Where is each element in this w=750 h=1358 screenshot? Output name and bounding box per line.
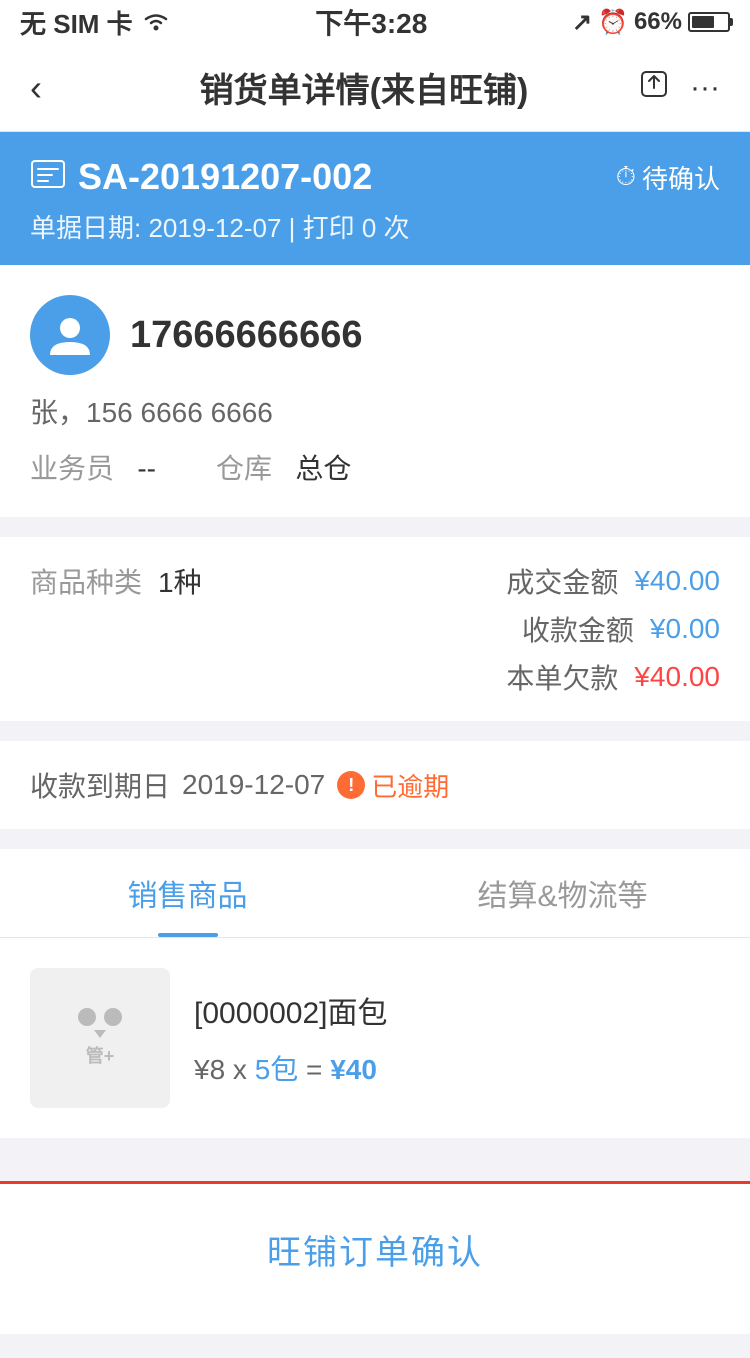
order-status: ⏱ 待确认	[616, 159, 720, 196]
status-clock-icon: ⏱	[616, 161, 636, 193]
customer-row: 17666666666	[30, 295, 720, 375]
tab-underline	[158, 933, 218, 937]
status-bar: 无 SIM 卡 下午3:28 ↗ ⏰ 66%	[0, 0, 750, 44]
equals-text: =	[298, 1054, 330, 1085]
warehouse-label: 仓库	[216, 453, 272, 484]
customer-phone: 17666666666	[130, 314, 362, 357]
product-qty: 5包	[255, 1054, 299, 1085]
summary-section: 商品种类 1种 成交金额 ¥40.00 收款金额 ¥0.00 本单欠款 ¥40.…	[0, 537, 750, 721]
order-id: SA-20191207-002	[30, 156, 372, 198]
payment-row: 收款金额 ¥0.00	[522, 609, 720, 649]
page-title: 销货单详情(来自旺铺)	[200, 63, 529, 112]
customer-avatar	[30, 295, 110, 375]
debt-label: 本单欠款	[506, 657, 618, 697]
share-icon[interactable]	[638, 68, 670, 108]
sales-meta: 业务员 --	[30, 447, 156, 487]
owl-eye-left	[78, 1008, 96, 1026]
sales-label: 业务员	[30, 453, 114, 484]
owl-brand-text: 管+	[86, 1042, 115, 1068]
tabs-section: 销售商品 结算&物流等	[0, 849, 750, 938]
overdue-badge: ! 已逾期	[337, 767, 449, 804]
payment-label: 收款金额	[522, 609, 634, 649]
owl-eye-right	[104, 1008, 122, 1026]
product-type-row: 商品种类 1种	[30, 561, 202, 601]
due-section: 收款到期日 2019-12-07 ! 已逾期	[0, 741, 750, 829]
amount-label: 成交金额	[506, 561, 618, 601]
bottom-bar: 旺铺订单确认	[0, 1181, 750, 1334]
order-icon	[30, 156, 66, 198]
price-text: ¥8 x	[194, 1054, 255, 1085]
product-item: 管+ [0000002]面包 ¥8 x 5包 = ¥40	[0, 938, 750, 1138]
back-button[interactable]: ‹	[30, 67, 90, 109]
debt-value: ¥40.00	[634, 661, 720, 693]
product-name: [0000002]面包	[194, 988, 720, 1032]
status-time: 下午3:28	[315, 2, 427, 42]
payment-value: ¥0.00	[650, 613, 720, 645]
product-price: ¥8 x 5包 = ¥40	[194, 1048, 720, 1088]
sales-value: --	[137, 453, 156, 484]
product-type-value: 1种	[158, 561, 202, 601]
summary-grid: 商品种类 1种 成交金额 ¥40.00 收款金额 ¥0.00 本单欠款 ¥40.…	[30, 561, 720, 697]
confirm-order-button[interactable]: 旺铺订单确认	[30, 1204, 720, 1294]
summary-left: 商品种类 1种	[30, 561, 202, 601]
location-icon: ↗	[572, 8, 592, 37]
amount-row: 成交金额 ¥40.00	[506, 561, 720, 601]
battery-icon	[688, 12, 730, 32]
wifi-icon	[141, 7, 171, 38]
product-section: 管+ [0000002]面包 ¥8 x 5包 = ¥40	[0, 938, 750, 1138]
more-icon[interactable]: ···	[690, 71, 720, 105]
debt-row: 本单欠款 ¥40.00	[506, 657, 720, 697]
product-thumbnail: 管+	[30, 968, 170, 1108]
battery-percent: 66%	[634, 8, 682, 36]
tab-settlement[interactable]: 结算&物流等	[375, 849, 750, 937]
overdue-label: 已逾期	[371, 767, 449, 804]
product-info: [0000002]面包 ¥8 x 5包 = ¥40	[194, 988, 720, 1088]
due-date-label: 收款到期日	[30, 765, 170, 805]
order-header: SA-20191207-002 ⏱ 待确认 单据日期: 2019-12-07 |…	[0, 132, 750, 265]
customer-meta: 业务员 -- 仓库 总仓	[30, 447, 720, 487]
status-left: 无 SIM 卡	[20, 4, 171, 41]
tabs-row: 销售商品 结算&物流等	[0, 849, 750, 937]
product-total: ¥40	[330, 1054, 377, 1085]
nav-actions: ···	[638, 68, 720, 108]
warehouse-value: 总仓	[295, 453, 351, 484]
summary-right: 成交金额 ¥40.00 收款金额 ¥0.00 本单欠款 ¥40.00	[506, 561, 720, 697]
owl-beak	[94, 1030, 106, 1038]
owl-eyes	[78, 1008, 122, 1026]
product-thumb-inner: 管+	[30, 968, 170, 1108]
warehouse-meta: 仓库 总仓	[216, 447, 351, 487]
overdue-icon: !	[337, 771, 365, 799]
order-date: 单据日期: 2019-12-07 | 打印 0 次	[30, 208, 720, 245]
product-type-label: 商品种类	[30, 561, 142, 601]
customer-section: 17666666666 张，156 6666 6666 业务员 -- 仓库 总仓	[0, 265, 750, 517]
order-id-row: SA-20191207-002 ⏱ 待确认	[30, 156, 720, 198]
customer-name: 张，156 6666 6666	[30, 391, 720, 431]
amount-value: ¥40.00	[634, 565, 720, 597]
nav-bar: ‹ 销货单详情(来自旺铺) ···	[0, 44, 750, 132]
due-date-value: 2019-12-07	[182, 769, 325, 801]
alarm-icon: ⏰	[598, 8, 628, 37]
tab-sales-product[interactable]: 销售商品	[0, 849, 375, 937]
carrier-text: 无 SIM 卡	[20, 4, 133, 41]
status-right: ↗ ⏰ 66%	[572, 8, 730, 37]
